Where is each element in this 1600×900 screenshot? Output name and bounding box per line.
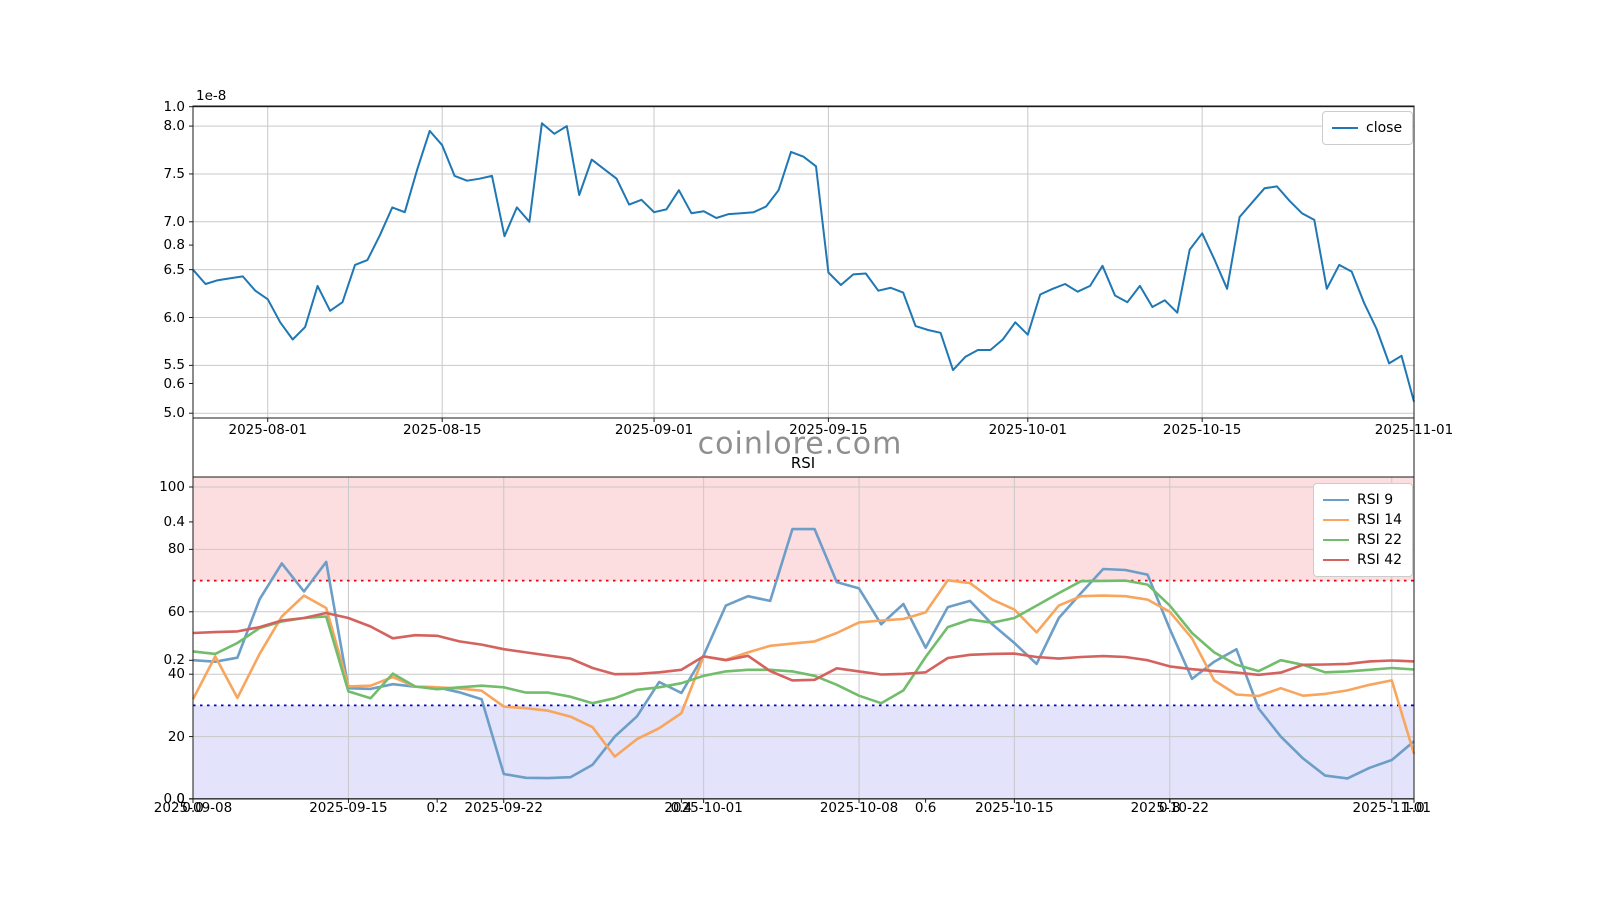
oversold-zone	[193, 705, 1414, 799]
overlay-x-tick-label: 0.0	[182, 800, 204, 816]
y-tick-label: 20	[167, 728, 185, 745]
series-line-rsi-42	[192, 611, 1415, 682]
y-tick-label: 6.5	[163, 261, 185, 278]
overlay-x-tick-label: 0.2	[426, 800, 448, 816]
y-tick-label: 100	[159, 478, 185, 495]
overlay-x-tick-label: 0.8	[1159, 800, 1181, 816]
y-tick-label: 80	[167, 541, 185, 558]
rsi-legend-line-icon	[1323, 559, 1349, 561]
x-tick-label: 2025-08-15	[402, 422, 482, 438]
x-tick-label: 2025-11-01	[1374, 422, 1454, 438]
x-tick-label: 2025-09-22	[464, 800, 543, 816]
close-legend-label: close	[1366, 120, 1403, 136]
series-line-close	[192, 122, 1415, 402]
y-tick-label: 7.0	[163, 213, 185, 230]
x-tick-label: 2025-10-01	[988, 422, 1068, 438]
rsi-legend-label: RSI 9	[1357, 492, 1394, 508]
rsi-legend-line-icon	[1323, 519, 1349, 521]
rsi-legend-row: RSI 42	[1323, 550, 1402, 570]
overlay-y-tick-label: 0.6	[163, 375, 185, 392]
y-tick-label: 6.0	[163, 309, 185, 326]
y-tick-label: 7.5	[163, 165, 185, 182]
rsi-legend-line-icon	[1323, 499, 1349, 501]
overlay-y-tick-label: 0.8	[163, 237, 185, 254]
rsi-legend-row: RSI 14	[1323, 510, 1402, 530]
overlay-y-tick-label: 0.2	[163, 652, 185, 669]
overlay-y-tick-label: 1.0	[163, 98, 185, 115]
rsi-legend-label: RSI 14	[1357, 512, 1403, 528]
rsi-legend-row: RSI 9	[1323, 490, 1402, 510]
overlay-x-tick-label: 0.6	[914, 800, 937, 816]
y-tick-label: 40	[167, 666, 185, 683]
y-tick-label: 5.5	[163, 357, 185, 374]
y-tick-label: 8.0	[163, 118, 185, 135]
y-tick-label: 5.0	[163, 405, 185, 422]
y-tick-label: 60	[167, 603, 185, 620]
overlay-x-tick-label: 1.0	[1403, 800, 1425, 816]
figure: 2025-08-01 2025-08-15 2025-09-01 2025-09-15…	[0, 0, 1600, 900]
x-tick-label: 2025-10-15	[975, 800, 1054, 816]
x-tick-label: 2025-08-01	[228, 422, 307, 438]
rsi-legend-label: RSI 22	[1357, 532, 1403, 548]
rsi-legend-label: RSI 42	[1357, 552, 1403, 568]
rsi-legend-row: RSI 22	[1323, 530, 1402, 550]
overlay-y-tick-label: 0.4	[163, 513, 185, 530]
x-tick-label: 2025-09-01	[614, 422, 694, 438]
rsi-legend-line-icon	[1323, 539, 1349, 541]
close-legend-row: close	[1332, 118, 1402, 138]
x-tick-label: 2025-09-15	[309, 800, 388, 816]
y-axis-offset-label: 1e-8	[196, 88, 227, 104]
legend-close: close	[1322, 111, 1414, 145]
close-legend-line-icon	[1332, 127, 1358, 129]
legend-rsi: RSI 9 RSI 14 RSI 22 RSI 42	[1313, 483, 1414, 577]
x-tick-label: 2025-10-08	[819, 800, 899, 816]
overlay-x-tick-label: 0.4	[670, 800, 693, 816]
rsi-chart-title: RSI	[790, 454, 816, 472]
x-tick-label: 2025-10-15	[1162, 422, 1242, 438]
